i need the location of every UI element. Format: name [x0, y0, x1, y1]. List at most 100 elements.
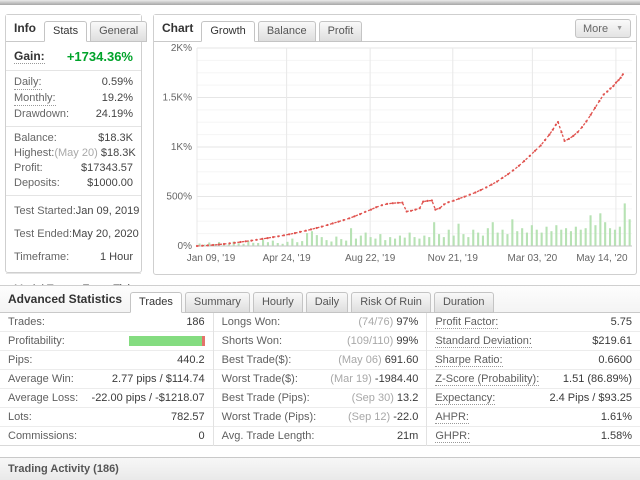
stats-row-label: Average Win: — [8, 373, 74, 385]
info-row: Monthly:19.2% — [6, 91, 141, 107]
tab-hourly[interactable]: Hourly — [253, 292, 303, 313]
tab-general[interactable]: General — [90, 21, 147, 42]
stats-row-label: Worst Trade (Pips): — [222, 411, 317, 423]
info-panel-header: Info StatsGeneral — [6, 15, 141, 42]
svg-text:0%: 0% — [178, 241, 193, 252]
tab-growth[interactable]: Growth — [201, 21, 254, 42]
info-row-value: $17343.57 — [81, 162, 133, 175]
stats-row: Worst Trade($): (Mar 19) -1984.40 — [214, 370, 427, 389]
advanced-statistics-tabs: TradesSummaryHourlyDailyRisk Of RuinDura… — [130, 292, 496, 312]
stats-row: GHPR:1.58% — [427, 427, 640, 446]
gain-row: Gain: +1734.36% — [6, 42, 141, 70]
stats-row-value-prefix: (Mar 19) — [330, 373, 375, 385]
stats-row: Worst Trade (Pips):(Sep 12) -22.0 — [214, 408, 427, 427]
gain-label: Gain: — [14, 49, 45, 64]
stats-row-label: Profitability: — [8, 335, 65, 347]
svg-text:500%: 500% — [166, 192, 192, 203]
top-strip — [0, 0, 640, 5]
info-row-value-prefix: (May 20) — [54, 147, 100, 159]
stats-row-label: Sharpe Ratio: — [435, 354, 502, 367]
svg-text:Nov 21, '19: Nov 21, '19 — [428, 253, 479, 264]
info-row-label: Highest: — [14, 147, 54, 160]
stats-row: Sharpe Ratio: 0.6600 — [427, 351, 640, 370]
info-row: Drawdown:24.19% — [6, 107, 141, 122]
more-button[interactable]: More ▼ — [575, 19, 631, 38]
stats-row-value: 5.75 — [611, 316, 632, 328]
stats-row-value: 2.4 Pips / $93.25 — [549, 392, 632, 404]
stats-row-label: Lots: — [8, 411, 32, 423]
info-group: Test Started:Jan 09, 2019Test Ended:May … — [6, 195, 141, 273]
stats-row-value: 186 — [186, 316, 204, 328]
svg-text:May 14, '20: May 14, '20 — [576, 253, 628, 264]
stats-row-value: (74/76) 97% — [358, 316, 418, 328]
info-row: Balance:$18.3K — [6, 131, 141, 146]
stats-row-value: (Sep 30) 13.2 — [352, 392, 419, 404]
tab-balance[interactable]: Balance — [258, 21, 316, 42]
info-tabs: StatsGeneral — [44, 21, 150, 41]
advanced-statistics-header: Advanced Statistics TradesSummaryHourlyD… — [0, 286, 640, 313]
info-row-value: (May 20) $18.3K — [54, 147, 135, 160]
stats-row-value: 0 — [199, 430, 205, 442]
chevron-down-icon: ▼ — [616, 25, 623, 32]
tab-duration[interactable]: Duration — [434, 292, 494, 313]
stats-row-label: Worst Trade($): — [222, 373, 298, 385]
stats-row: AHPR:1.61% — [427, 408, 640, 427]
stats-row-label: Average Loss: — [8, 392, 78, 404]
chart-panel-title: Chart — [162, 21, 193, 35]
stats-row: Trades:186 — [0, 313, 213, 332]
stats-row-label: Expectancy: — [435, 392, 495, 405]
stats-column: Longs Won: (74/76) 97% Shorts Won: (109/110… — [214, 313, 428, 446]
svg-text:Apr 24, '19: Apr 24, '19 — [263, 253, 311, 264]
chart-panel: Chart GrowthBalanceProfit More ▼ 0% 500% 1… — [153, 14, 637, 275]
stats-row: Commissions:0 — [0, 427, 213, 446]
stats-row-label: Best Trade (Pips): — [222, 392, 310, 404]
tab-risk-of-ruin[interactable]: Risk Of Ruin — [351, 292, 431, 313]
stats-row-label: Best Trade($): — [222, 354, 292, 366]
info-row-value: $1000.00 — [87, 177, 133, 190]
stats-row: Average Loss:-22.00 pips / -$1218.07 — [0, 389, 213, 408]
svg-text:Jan 09, '19: Jan 09, '19 — [187, 253, 236, 264]
stats-row-value: 1.58% — [601, 430, 632, 442]
stats-row-label: Shorts Won: — [222, 335, 282, 347]
advanced-statistics-table: Trades:186 Profitability: Pips: 440.2 Averag… — [0, 313, 640, 446]
profitability-bar — [129, 336, 205, 346]
stats-row-value: (109/110) 99% — [347, 335, 418, 347]
stats-row-value-prefix: (May 06) — [338, 354, 384, 366]
stats-row-value: 0.6600 — [598, 354, 632, 366]
tab-stats[interactable]: Stats — [44, 21, 87, 42]
tab-trades[interactable]: Trades — [130, 292, 182, 313]
info-stats-groups: Daily:0.59%Monthly:19.2%Drawdown:24.19% B… — [6, 70, 141, 305]
tab-daily[interactable]: Daily — [306, 292, 348, 313]
stats-row: Z-Score (Probability): 1.51 (86.89%) — [427, 370, 640, 389]
stats-row: Shorts Won: (109/110) 99% — [214, 332, 427, 351]
stats-row-label: Avg. Trade Length: — [222, 430, 315, 442]
info-row-label: Timeframe: — [14, 251, 69, 264]
tab-profit[interactable]: Profit — [319, 21, 363, 42]
stats-row-value: (Mar 19) -1984.40 — [330, 373, 418, 385]
stats-row-label: Z-Score (Probability): — [435, 373, 539, 386]
stats-row-label: Pips: — [8, 354, 32, 366]
info-row: Highest:(May 20) $18.3K — [6, 146, 141, 161]
advanced-statistics-title: Advanced Statistics — [8, 292, 122, 306]
tab-summary[interactable]: Summary — [185, 292, 250, 313]
stats-row-value: 1.51 (86.89%) — [563, 373, 632, 385]
stats-row: Pips: 440.2 — [0, 351, 213, 370]
info-row: Profit:$17343.57 — [6, 161, 141, 176]
info-row-label: Balance: — [14, 132, 57, 145]
info-row-value: 19.2% — [102, 92, 133, 106]
svg-text:Aug 22, '19: Aug 22, '19 — [345, 253, 396, 264]
stats-row: Best Trade (Pips): (Sep 30) 13.2 — [214, 389, 427, 408]
more-button-label: More — [583, 23, 608, 35]
stats-row-label: Longs Won: — [222, 316, 281, 328]
svg-text:Mar 03, '20: Mar 03, '20 — [508, 253, 558, 264]
stats-row-value: 782.57 — [171, 411, 205, 423]
stats-row-value: 440.2 — [177, 354, 205, 366]
svg-text:1K%: 1K% — [171, 142, 192, 153]
info-group: Daily:0.59%Monthly:19.2%Drawdown:24.19% — [6, 70, 141, 126]
stats-row-value-prefix: (Sep 12) — [348, 411, 393, 423]
info-panel-title: Info — [14, 21, 36, 35]
stats-row: Average Win:2.77 pips / $114.74 — [0, 370, 213, 389]
trading-activity-header[interactable]: Trading Activity (186) — [0, 457, 640, 480]
stats-row-value: 1.61% — [601, 411, 632, 423]
stats-row: Avg. Trade Length:21m — [214, 427, 427, 446]
